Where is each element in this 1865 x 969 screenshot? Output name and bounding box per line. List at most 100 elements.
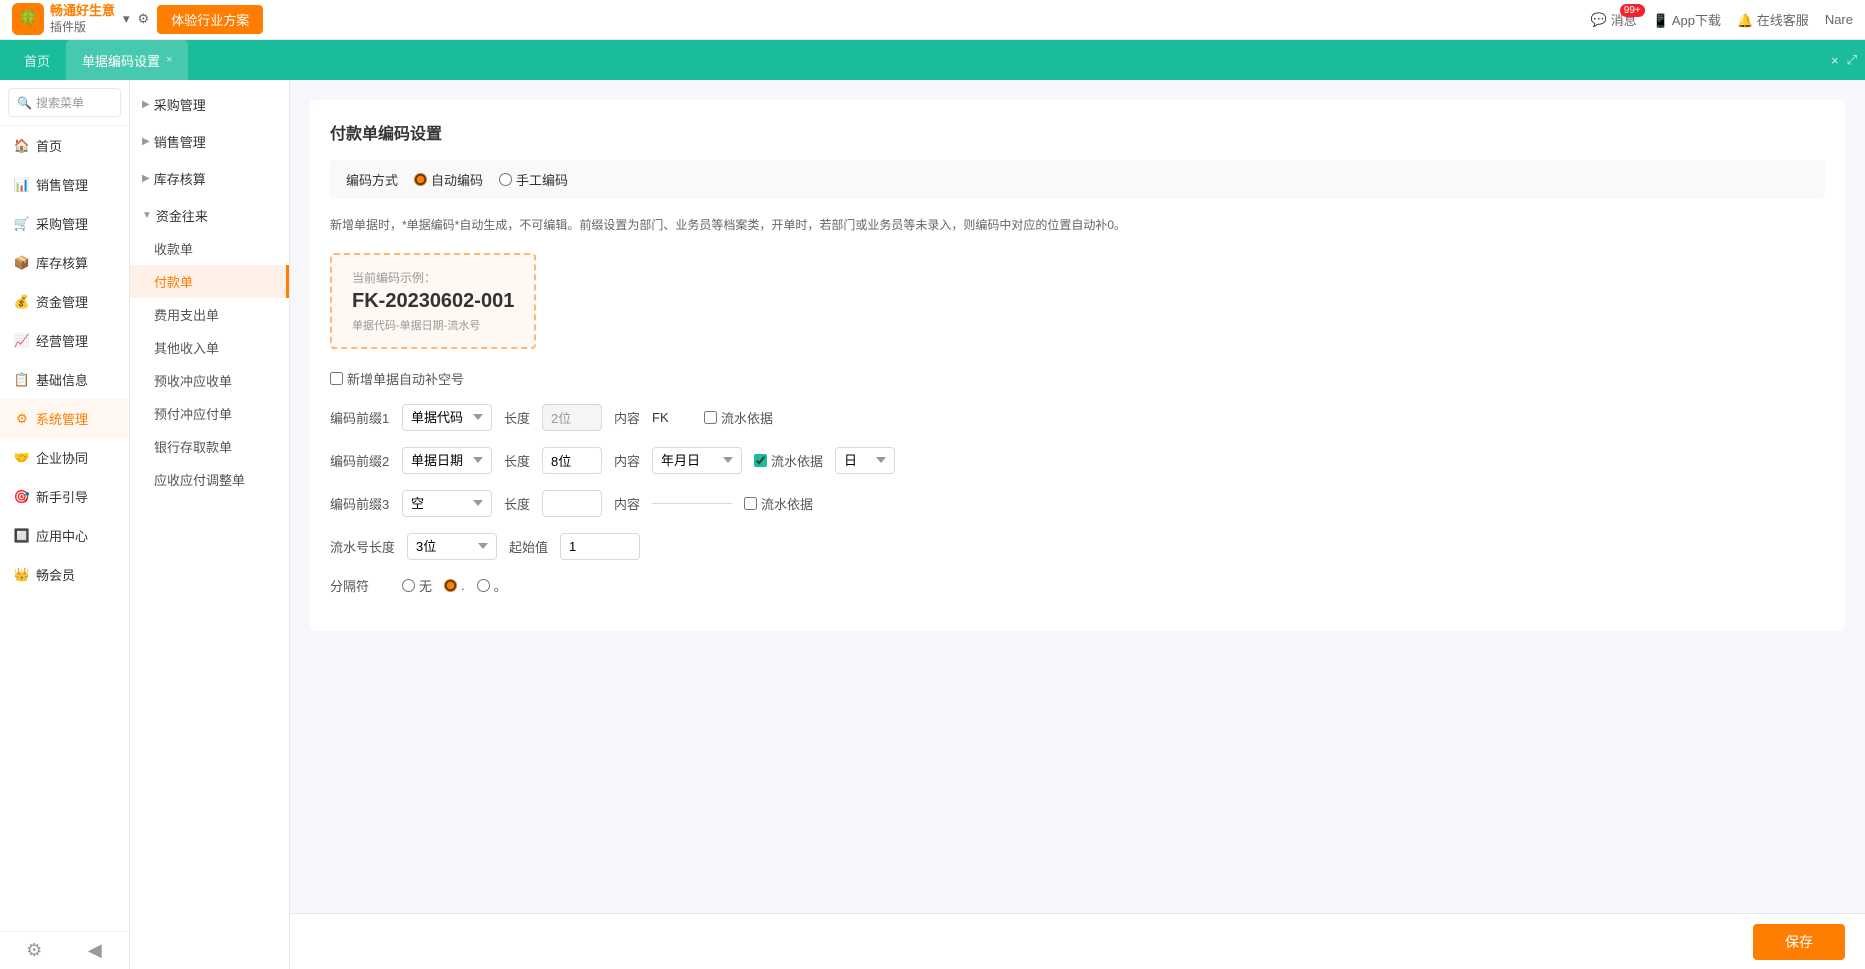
sec-group-sales-header[interactable]: ▶ 销售管理 xyxy=(130,125,289,158)
prefix3-serial-checkbox[interactable] xyxy=(744,497,757,510)
sidebar-item-guide[interactable]: 🎯 新手引导 xyxy=(0,477,129,516)
sec-item-prepay-recv[interactable]: 预收冲应收单 xyxy=(130,364,289,397)
manual-encoding-input[interactable] xyxy=(499,173,512,186)
prefix3-content-label: 内容 xyxy=(614,494,640,513)
tab-home[interactable]: 首页 xyxy=(8,40,66,80)
sec-item-bank-deposit[interactable]: 银行存取款单 xyxy=(130,430,289,463)
serial-start-input[interactable] xyxy=(560,533,640,560)
tab-bar-expand-icon[interactable]: ⤢ xyxy=(1847,52,1857,68)
sep-none-option[interactable]: 无 xyxy=(402,576,432,595)
bottom-bar: 保存 xyxy=(290,913,1865,969)
sidebar-item-enterprise[interactable]: 🤝 企业协同 xyxy=(0,438,129,477)
sec-group-sales: ▶ 销售管理 xyxy=(130,125,289,158)
preview-label: 当前编码示例： xyxy=(352,269,514,286)
prefix1-select[interactable]: 单据代码 xyxy=(402,404,492,431)
search-menu-btn[interactable]: 🔍 搜索菜单 xyxy=(8,88,121,117)
nav-arrow-btn[interactable]: ▾ xyxy=(123,11,130,27)
purchase-icon: 🛒 xyxy=(14,216,30,232)
finance-icon: 💰 xyxy=(14,294,30,310)
sec-item-payment[interactable]: 付款单 xyxy=(130,265,289,298)
prefix1-serial-check[interactable]: 流水依据 xyxy=(704,408,773,427)
sec-item-ap-adjust[interactable]: 应收应付调整单 xyxy=(130,463,289,496)
sep-custom-radio[interactable] xyxy=(477,579,490,592)
home-icon: 🏠 xyxy=(14,138,30,154)
prefix2-length-label: 长度 xyxy=(504,451,530,470)
sales-icon: 📊 xyxy=(14,177,30,193)
sidebar-item-member[interactable]: 👑 畅会员 xyxy=(0,555,129,594)
serial-length-select[interactable]: 3位 xyxy=(407,533,497,560)
auto-fill-checkbox[interactable] xyxy=(330,372,343,385)
prefix3-length-input[interactable] xyxy=(542,490,602,517)
prefix3-content-value xyxy=(652,503,732,504)
separator-row: 分隔符 无 . 。 xyxy=(330,576,1825,595)
prefix3-serial-check[interactable]: 流水依据 xyxy=(744,494,813,513)
prefix2-serial-check[interactable]: 流水依据 xyxy=(754,451,823,470)
logo-text: 畅通好生意 插件版 xyxy=(50,3,115,35)
sidebar-item-apps[interactable]: 🔲 应用中心 xyxy=(0,516,129,555)
member-icon: 👑 xyxy=(14,567,30,583)
prefix2-select[interactable]: 单据日期 xyxy=(402,447,492,474)
tab-close-icon[interactable]: × xyxy=(166,54,172,66)
sep-dot-radio[interactable] xyxy=(444,579,457,592)
prefix2-period-select[interactable]: 日 xyxy=(835,447,895,474)
user-name[interactable]: Nare xyxy=(1825,12,1853,27)
sidebar-item-system[interactable]: ⚙ 系统管理 xyxy=(0,399,129,438)
app-download[interactable]: 📱 App下载 xyxy=(1653,10,1721,29)
prefix1-length-input xyxy=(542,404,602,431)
serial-length-label: 流水号长度 xyxy=(330,537,395,556)
basic-icon: 📋 xyxy=(14,372,30,388)
sec-item-prepay-pay[interactable]: 预付冲应付单 xyxy=(130,397,289,430)
sec-item-expense[interactable]: 费用支出单 xyxy=(130,298,289,331)
tab-bar-close-icon[interactable]: × xyxy=(1831,53,1839,68)
online-service[interactable]: 🔔 在线客服 xyxy=(1737,10,1809,29)
guide-icon: 🎯 xyxy=(14,489,30,505)
sidebar-item-operation[interactable]: 📈 经营管理 xyxy=(0,321,129,360)
sep-none-radio[interactable] xyxy=(402,579,415,592)
tab-serial[interactable]: 单据编码设置 × xyxy=(66,40,188,80)
nav-settings-btn[interactable]: ⚙ xyxy=(138,11,150,27)
auto-encoding-radio[interactable]: 自动编码 xyxy=(414,170,483,189)
serial-start-label: 起始值 xyxy=(509,537,548,556)
manual-encoding-radio[interactable]: 手工编码 xyxy=(499,170,568,189)
sidebar-item-sales[interactable]: 📊 销售管理 xyxy=(0,165,129,204)
preview-desc: 单据代码-单据日期-流水号 xyxy=(352,317,514,333)
auto-encoding-input[interactable] xyxy=(414,173,427,186)
sidebar-settings-btn[interactable]: ⚙ xyxy=(8,940,61,961)
sep-dot-option[interactable]: . xyxy=(444,578,465,593)
prefix2-serial-checkbox[interactable] xyxy=(754,454,767,467)
content-area: 付款单编码设置 编码方式 自动编码 手工编码 新增单据时，*单据编码*自动生成 xyxy=(290,80,1865,913)
prefix2-content-select[interactable]: 年月日 xyxy=(652,447,742,474)
sec-group-purchase-header[interactable]: ▶ 采购管理 xyxy=(130,88,289,121)
sidebar-item-basic[interactable]: 📋 基础信息 xyxy=(0,360,129,399)
save-button[interactable]: 保存 xyxy=(1753,924,1845,960)
sidebar-item-finance[interactable]: 💰 资金管理 xyxy=(0,282,129,321)
top-bar-left: 🍀 畅通好生意 插件版 ▾ ⚙ 体验行业方案 xyxy=(12,3,263,35)
sec-item-other-income[interactable]: 其他收入单 xyxy=(130,331,289,364)
content-area-wrapper: 付款单编码设置 编码方式 自动编码 手工编码 新增单据时，*单据编码*自动生成 xyxy=(290,80,1865,969)
sidebar-item-home[interactable]: 🏠 首页 xyxy=(0,126,129,165)
primary-sidebar: 🔍 搜索菜单 🏠 首页 📊 销售管理 🛒 采购管理 📦 库存核算 💰 xyxy=(0,80,130,969)
sep-custom-option[interactable]: 。 xyxy=(477,576,507,595)
prefix1-serial-checkbox[interactable] xyxy=(704,411,717,424)
sec-group-capital-header[interactable]: ▼ 资金往来 xyxy=(130,199,289,232)
sec-item-receipt[interactable]: 收款单 xyxy=(130,232,289,265)
sec-group-stock-header[interactable]: ▶ 库存核算 xyxy=(130,162,289,195)
sidebar-bottom: ⚙ ◀ xyxy=(0,931,129,969)
message-badge[interactable]: 💬 消息 99+ xyxy=(1591,10,1637,29)
operation-icon: 📈 xyxy=(14,333,30,349)
sidebar-collapse-btn[interactable]: ◀ xyxy=(69,940,122,961)
page-title: 付款单编码设置 xyxy=(330,120,1825,144)
chevron-down-icon: ▼ xyxy=(142,210,152,221)
chevron-right-icon: ▶ xyxy=(142,173,150,184)
prefix3-label: 编码前缀3 xyxy=(330,494,390,513)
sidebar-item-stock[interactable]: 📦 库存核算 xyxy=(0,243,129,282)
auto-fill-checkbox-label[interactable]: 新增单据自动补空号 xyxy=(330,369,464,388)
preview-box: 当前编码示例： FK-20230602-001 单据代码-单据日期-流水号 xyxy=(330,253,536,349)
sidebar-item-purchase[interactable]: 🛒 采购管理 xyxy=(0,204,129,243)
chevron-right-icon: ▶ xyxy=(142,136,150,147)
prefix2-length-input[interactable] xyxy=(542,447,602,474)
prefix3-select[interactable]: 空 xyxy=(402,490,492,517)
trial-btn[interactable]: 体验行业方案 xyxy=(157,5,263,34)
secondary-sidebar: ▶ 采购管理 ▶ 销售管理 ▶ 库存核算 ▼ 资金往来 收款单 xyxy=(130,80,290,969)
chevron-right-icon: ▶ xyxy=(142,99,150,110)
